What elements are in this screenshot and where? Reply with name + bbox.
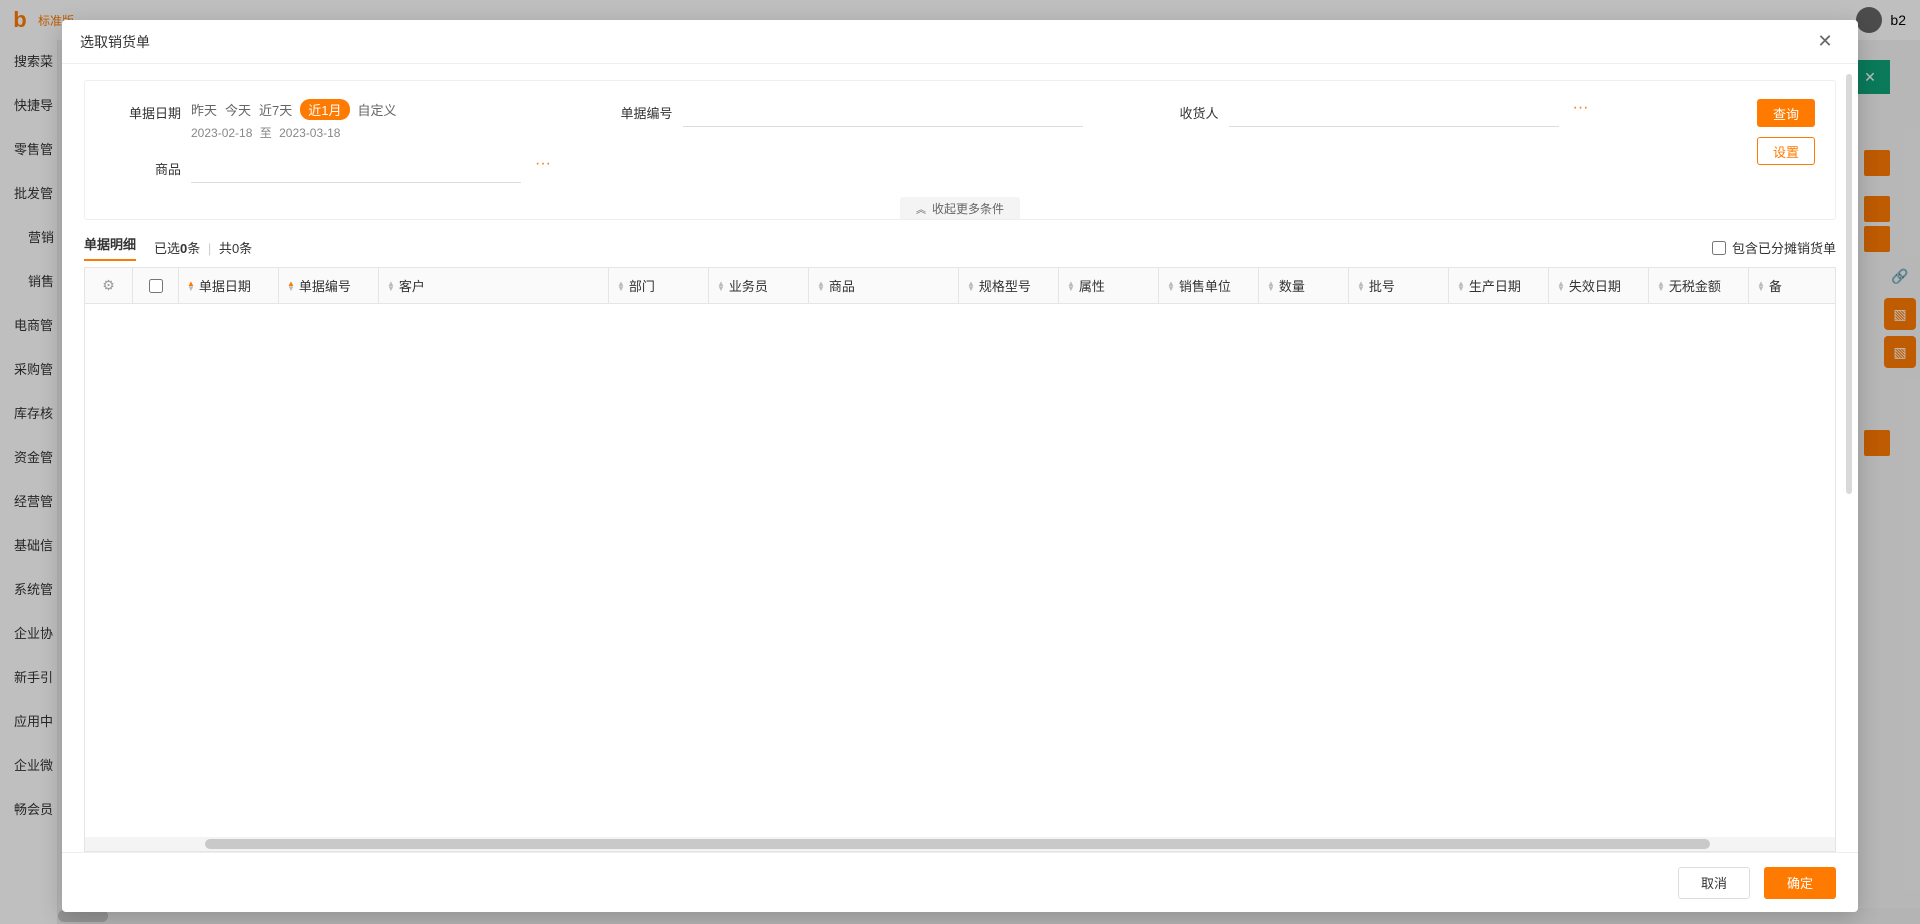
collapse-label: 收起更多条件 bbox=[932, 200, 1004, 217]
search-panel: 查询 设置 单据日期 昨天 今天 近7天 近1月 自定义 bbox=[84, 80, 1836, 220]
close-icon: ✕ bbox=[1817, 31, 1832, 52]
field-label: 单据日期 bbox=[105, 99, 181, 122]
sort-icon: ▲▼ bbox=[387, 281, 395, 291]
field-label: 收货人 bbox=[1143, 99, 1219, 122]
sort-icon: ▲▼ bbox=[1357, 281, 1365, 291]
column-doc-no[interactable]: ▲▼单据编号 bbox=[279, 268, 379, 303]
sort-icon: ▲▼ bbox=[1557, 281, 1565, 291]
chevron-up-icon: ︽ bbox=[916, 201, 926, 216]
sort-icon: ▲▼ bbox=[967, 281, 975, 291]
date-quick-yesterday[interactable]: 昨天 bbox=[191, 100, 217, 119]
select-all-checkbox[interactable] bbox=[149, 279, 163, 293]
column-doc-date[interactable]: ▲▼单据日期 bbox=[179, 268, 279, 303]
column-select-all[interactable] bbox=[133, 268, 179, 303]
sort-icon: ▲▼ bbox=[1457, 281, 1465, 291]
receiver-input[interactable] bbox=[1229, 99, 1559, 127]
date-range-display: 2023-02-18 至 2023-03-18 bbox=[191, 124, 397, 141]
select-sales-order-modal: 选取销货单 ✕ 查询 设置 单据日期 昨天 bbox=[62, 20, 1858, 912]
query-button[interactable]: 查询 bbox=[1757, 99, 1815, 127]
column-spec[interactable]: ▲▼规格型号 bbox=[959, 268, 1059, 303]
modal-footer: 取消 确定 bbox=[62, 852, 1858, 912]
field-doc-no: 单据编号 bbox=[597, 99, 1083, 127]
product-input[interactable] bbox=[191, 155, 521, 183]
sort-icon: ▲▼ bbox=[817, 281, 825, 291]
collapse-conditions-button[interactable]: ︽ 收起更多条件 bbox=[900, 197, 1020, 219]
table-body-empty bbox=[85, 304, 1835, 835]
modal-header: 选取销货单 ✕ bbox=[62, 20, 1858, 64]
settings-button[interactable]: 设置 bbox=[1757, 137, 1815, 165]
modal-title: 选取销货单 bbox=[80, 32, 150, 52]
column-settings[interactable]: ⚙ bbox=[85, 268, 133, 303]
date-quick-picker: 昨天 今天 近7天 近1月 自定义 bbox=[191, 99, 397, 120]
sort-icon: ▲▼ bbox=[287, 281, 295, 291]
search-buttons: 查询 设置 bbox=[1757, 99, 1815, 165]
column-product[interactable]: ▲▼商品 bbox=[809, 268, 959, 303]
cancel-button[interactable]: 取消 bbox=[1678, 867, 1750, 899]
sort-icon: ▲▼ bbox=[717, 281, 725, 291]
table-horizontal-scrollbar[interactable] bbox=[85, 837, 1835, 851]
field-receiver: 收货人 ··· bbox=[1143, 99, 1593, 127]
column-batch[interactable]: ▲▼批号 bbox=[1349, 268, 1449, 303]
product-picker-icon[interactable]: ··· bbox=[531, 155, 555, 173]
modal-scroll-thumb[interactable] bbox=[1846, 74, 1852, 494]
column-department[interactable]: ▲▼部门 bbox=[609, 268, 709, 303]
modal-body: 查询 设置 单据日期 昨天 今天 近7天 近1月 自定义 bbox=[62, 64, 1858, 852]
selection-summary: 已选0条 | 共0条 bbox=[154, 238, 252, 257]
include-allocated-label: 包含已分摊销货单 bbox=[1732, 238, 1836, 257]
date-quick-last7[interactable]: 近7天 bbox=[259, 100, 292, 119]
field-doc-date: 单据日期 昨天 今天 近7天 近1月 自定义 2023-02-18 bbox=[105, 99, 397, 141]
field-product: 商品 ··· bbox=[105, 155, 555, 183]
sort-icon: ▲▼ bbox=[617, 281, 625, 291]
field-label: 商品 bbox=[105, 155, 181, 178]
results-table: ⚙ ▲▼单据日期 ▲▼单据编号 ▲▼客户 ▲▼部门 ▲▼业务员 ▲▼商品 ▲▼规… bbox=[84, 267, 1836, 852]
gear-icon: ⚙ bbox=[102, 277, 115, 294]
sort-icon: ▲▼ bbox=[1657, 281, 1665, 291]
confirm-button[interactable]: 确定 bbox=[1764, 867, 1836, 899]
date-quick-custom[interactable]: 自定义 bbox=[358, 100, 397, 119]
modal-vertical-scrollbar[interactable] bbox=[1846, 74, 1852, 842]
table-header: ⚙ ▲▼单据日期 ▲▼单据编号 ▲▼客户 ▲▼部门 ▲▼业务员 ▲▼商品 ▲▼规… bbox=[85, 268, 1835, 304]
column-salesperson[interactable]: ▲▼业务员 bbox=[709, 268, 809, 303]
column-customer[interactable]: ▲▼客户 bbox=[379, 268, 609, 303]
column-expiry-date[interactable]: ▲▼失效日期 bbox=[1549, 268, 1649, 303]
sort-icon: ▲▼ bbox=[1267, 281, 1275, 291]
tab-detail[interactable]: 单据明细 bbox=[84, 234, 136, 261]
doc-no-input[interactable] bbox=[683, 99, 1083, 127]
column-remark[interactable]: ▲▼备 bbox=[1749, 268, 1809, 303]
receiver-picker-icon[interactable]: ··· bbox=[1569, 99, 1593, 117]
date-quick-last1m[interactable]: 近1月 bbox=[300, 99, 349, 120]
sort-icon: ▲▼ bbox=[1067, 281, 1075, 291]
close-button[interactable]: ✕ bbox=[1810, 27, 1840, 57]
column-amount-no-tax[interactable]: ▲▼无税金额 bbox=[1649, 268, 1749, 303]
tabs-row: 单据明细 已选0条 | 共0条 包含已分摊销货单 bbox=[84, 234, 1836, 261]
column-attribute[interactable]: ▲▼属性 bbox=[1059, 268, 1159, 303]
field-label: 单据编号 bbox=[597, 99, 673, 122]
sort-icon: ▲▼ bbox=[1167, 281, 1175, 291]
include-allocated-checkbox[interactable]: 包含已分摊销货单 bbox=[1712, 238, 1836, 257]
column-sales-unit[interactable]: ▲▼销售单位 bbox=[1159, 268, 1259, 303]
sort-icon: ▲▼ bbox=[187, 281, 195, 291]
include-allocated-input[interactable] bbox=[1712, 241, 1726, 255]
column-qty[interactable]: ▲▼数量 bbox=[1259, 268, 1349, 303]
column-production-date[interactable]: ▲▼生产日期 bbox=[1449, 268, 1549, 303]
table-scroll-thumb[interactable] bbox=[205, 839, 1710, 849]
date-quick-today[interactable]: 今天 bbox=[225, 100, 251, 119]
sort-icon: ▲▼ bbox=[1757, 281, 1765, 291]
